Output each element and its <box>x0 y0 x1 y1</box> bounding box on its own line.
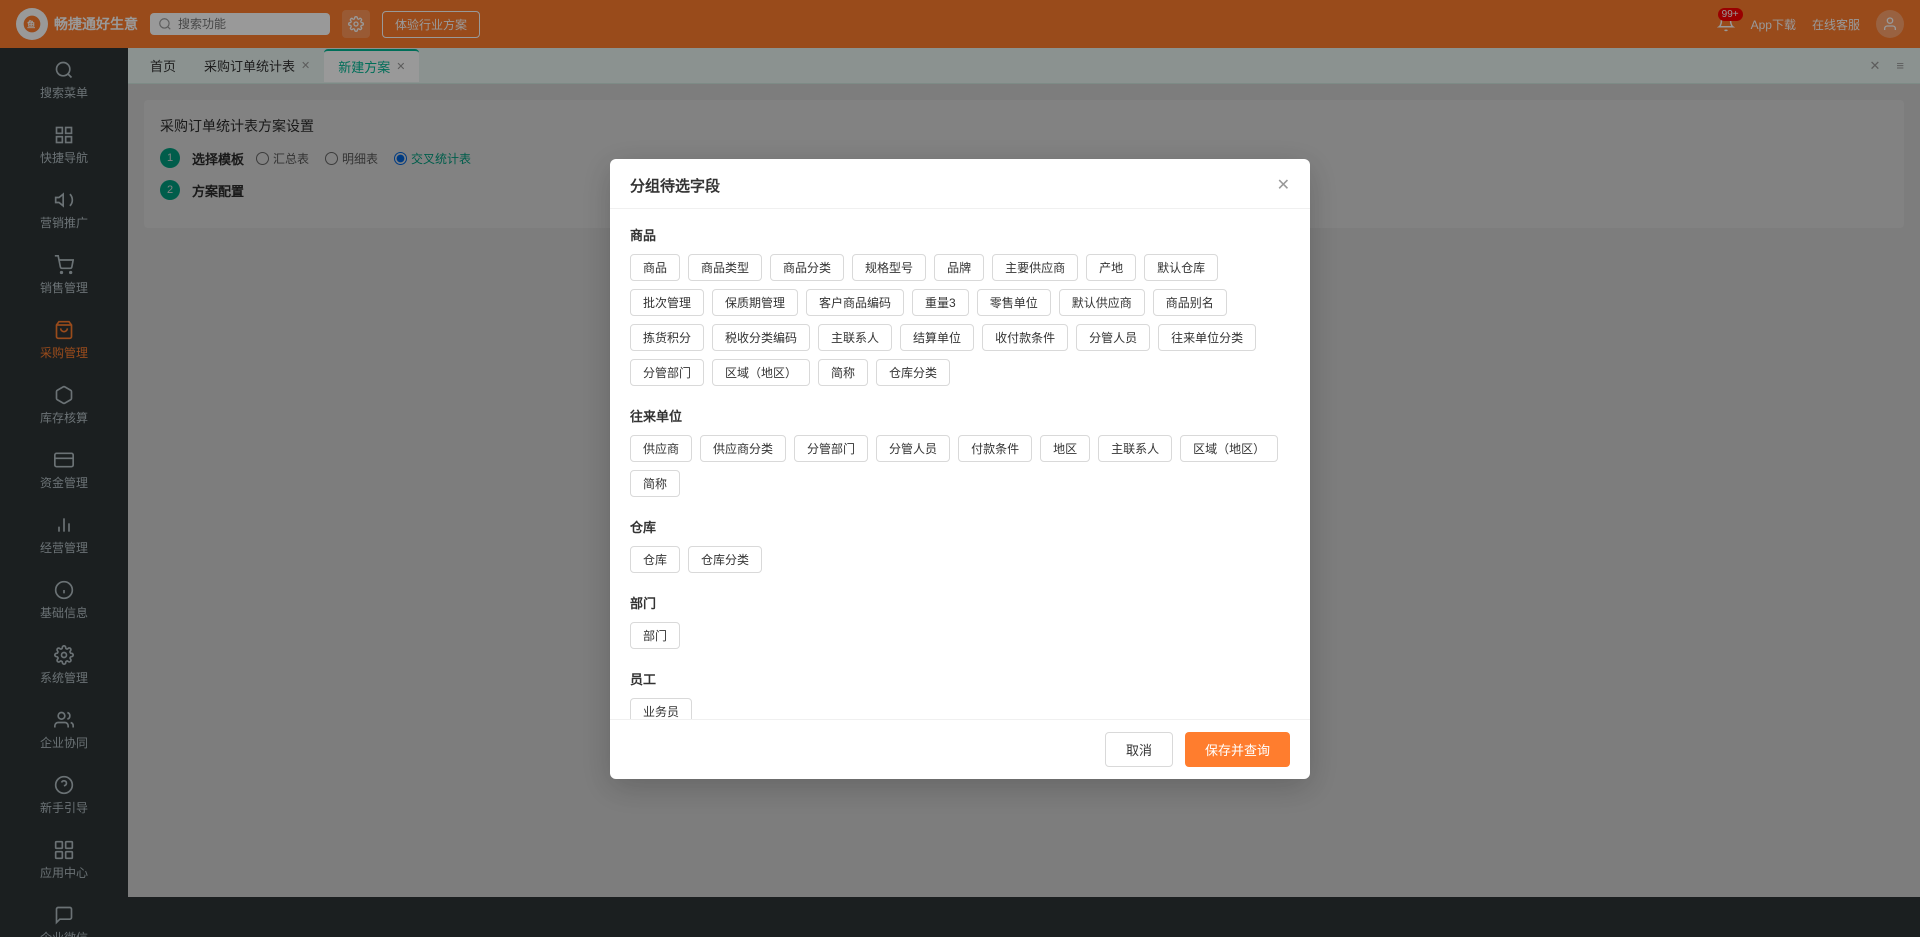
field-tag[interactable]: 区域（地区） <box>712 359 810 386</box>
field-tags-product: 商品商品类型商品分类规格型号品牌主要供应商产地默认仓库批次管理保质期管理客户商品… <box>630 254 1290 386</box>
field-tag[interactable]: 商品类型 <box>688 254 762 281</box>
section-warehouse: 仓库仓库仓库分类 <box>630 517 1290 573</box>
field-tag[interactable]: 仓库分类 <box>688 546 762 573</box>
field-tag[interactable]: 保质期管理 <box>712 289 798 316</box>
field-tag[interactable]: 仓库 <box>630 546 680 573</box>
field-tag[interactable]: 主联系人 <box>818 324 892 351</box>
field-tag[interactable]: 产地 <box>1086 254 1136 281</box>
field-tag[interactable]: 分管人员 <box>876 435 950 462</box>
field-tag[interactable]: 批次管理 <box>630 289 704 316</box>
field-tag[interactable]: 税收分类编码 <box>712 324 810 351</box>
field-tag[interactable]: 零售单位 <box>977 289 1051 316</box>
field-tag[interactable]: 区域（地区） <box>1180 435 1278 462</box>
field-tag[interactable]: 主要供应商 <box>992 254 1078 281</box>
modal-footer: 取消 保存并查询 <box>610 719 1310 779</box>
section-title-partner: 往来单位 <box>630 406 1290 425</box>
section-title-department: 部门 <box>630 593 1290 612</box>
field-tag[interactable]: 简称 <box>818 359 868 386</box>
field-tag[interactable]: 商品 <box>630 254 680 281</box>
field-tag[interactable]: 默认供应商 <box>1059 289 1145 316</box>
cancel-button[interactable]: 取消 <box>1105 732 1173 767</box>
field-tag[interactable]: 收付款条件 <box>982 324 1068 351</box>
save-query-button[interactable]: 保存并查询 <box>1185 732 1290 767</box>
field-tag[interactable]: 付款条件 <box>958 435 1032 462</box>
field-tag[interactable]: 供应商 <box>630 435 692 462</box>
field-tag[interactable]: 简称 <box>630 470 680 497</box>
field-tag[interactable]: 分管部门 <box>630 359 704 386</box>
field-tags-partner: 供应商供应商分类分管部门分管人员付款条件地区主联系人区域（地区） 简称 <box>630 435 1290 497</box>
field-tag[interactable]: 主联系人 <box>1098 435 1172 462</box>
modal-title: 分组待选字段 <box>630 175 720 196</box>
section-title-warehouse: 仓库 <box>630 517 1290 536</box>
field-tags-employee: 业务员 <box>630 698 1290 719</box>
field-tag[interactable]: 拣货积分 <box>630 324 704 351</box>
field-tags-department: 部门 <box>630 622 1290 649</box>
section-department: 部门部门 <box>630 593 1290 649</box>
field-tag[interactable]: 往来单位分类 <box>1158 324 1256 351</box>
field-tag[interactable]: 业务员 <box>630 698 692 719</box>
section-employee: 员工业务员 <box>630 669 1290 719</box>
field-tag[interactable]: 结算单位 <box>900 324 974 351</box>
field-tag[interactable]: 部门 <box>630 622 680 649</box>
field-tag[interactable]: 商品分类 <box>770 254 844 281</box>
field-selection-modal: 分组待选字段 ✕ 商品商品商品类型商品分类规格型号品牌主要供应商产地默认仓库批次… <box>610 159 1310 779</box>
section-partner: 往来单位供应商供应商分类分管部门分管人员付款条件地区主联系人区域（地区） 简称 <box>630 406 1290 497</box>
field-tag[interactable]: 重量3 <box>912 289 969 316</box>
field-tag[interactable]: 供应商分类 <box>700 435 786 462</box>
modal-overlay: 分组待选字段 ✕ 商品商品商品类型商品分类规格型号品牌主要供应商产地默认仓库批次… <box>0 0 1920 937</box>
field-tags-warehouse: 仓库仓库分类 <box>630 546 1290 573</box>
field-tag[interactable]: 品牌 <box>934 254 984 281</box>
field-tag[interactable]: 商品别名 <box>1153 289 1227 316</box>
field-tag[interactable]: 默认仓库 <box>1144 254 1218 281</box>
field-tag[interactable]: 仓库分类 <box>876 359 950 386</box>
field-tag[interactable]: 分管部门 <box>794 435 868 462</box>
section-title-product: 商品 <box>630 225 1290 244</box>
modal-close-button[interactable]: ✕ <box>1277 175 1290 195</box>
section-title-employee: 员工 <box>630 669 1290 688</box>
field-tag[interactable]: 规格型号 <box>852 254 926 281</box>
field-tag[interactable]: 分管人员 <box>1076 324 1150 351</box>
field-tag[interactable]: 客户商品编码 <box>806 289 904 316</box>
modal-header: 分组待选字段 ✕ <box>610 159 1310 209</box>
section-product: 商品商品商品类型商品分类规格型号品牌主要供应商产地默认仓库批次管理保质期管理客户… <box>630 225 1290 386</box>
modal-body: 商品商品商品类型商品分类规格型号品牌主要供应商产地默认仓库批次管理保质期管理客户… <box>610 209 1310 719</box>
field-tag[interactable]: 地区 <box>1040 435 1090 462</box>
